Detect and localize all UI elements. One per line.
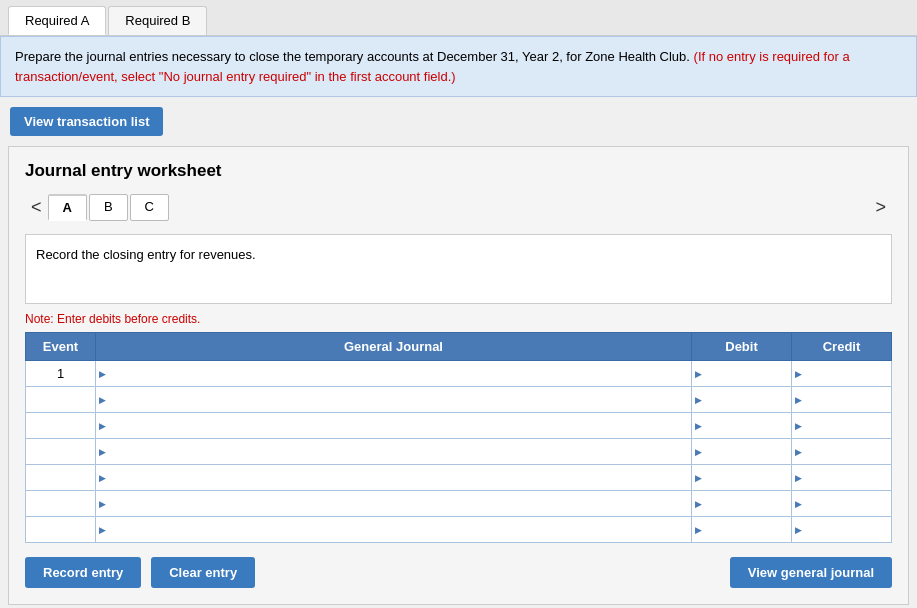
event-cell-1: 1 (26, 361, 96, 387)
table-row (26, 439, 892, 465)
credit-cell-1[interactable] (792, 361, 892, 387)
journal-input-7[interactable] (98, 517, 689, 542)
table-row: 1 (26, 361, 892, 387)
credit-cell-2[interactable] (792, 387, 892, 413)
debit-cell-4[interactable] (692, 439, 792, 465)
worksheet-title: Journal entry worksheet (25, 161, 892, 181)
table-row (26, 491, 892, 517)
credit-cell-7[interactable] (792, 517, 892, 543)
view-general-journal-button[interactable]: View general journal (730, 557, 892, 588)
journal-cell-6[interactable] (96, 491, 692, 517)
journal-input-2[interactable] (98, 387, 689, 412)
credit-input-1[interactable] (794, 361, 889, 386)
tabs-bar: Required A Required B (0, 0, 917, 36)
event-cell-4 (26, 439, 96, 465)
credit-input-3[interactable] (794, 413, 889, 438)
debit-input-7[interactable] (694, 517, 789, 542)
credit-cell-5[interactable] (792, 465, 892, 491)
debit-input-1[interactable] (694, 361, 789, 386)
event-cell-2 (26, 387, 96, 413)
entry-note: Note: Enter debits before credits. (25, 312, 892, 326)
credit-input-6[interactable] (794, 491, 889, 516)
credit-input-2[interactable] (794, 387, 889, 412)
debit-cell-3[interactable] (692, 413, 792, 439)
instruction-box: Prepare the journal entries necessary to… (0, 36, 917, 97)
journal-cell-3[interactable] (96, 413, 692, 439)
tab-required-a[interactable]: Required A (8, 6, 106, 35)
credit-input-4[interactable] (794, 439, 889, 464)
credit-cell-6[interactable] (792, 491, 892, 517)
col-header-debit: Debit (692, 333, 792, 361)
table-row (26, 413, 892, 439)
debit-cell-5[interactable] (692, 465, 792, 491)
journal-input-4[interactable] (98, 439, 689, 464)
table-row (26, 387, 892, 413)
event-cell-3 (26, 413, 96, 439)
journal-input-3[interactable] (98, 413, 689, 438)
next-entry-arrow[interactable]: > (869, 193, 892, 222)
journal-cell-5[interactable] (96, 465, 692, 491)
tab-required-b[interactable]: Required B (108, 6, 207, 35)
credit-cell-4[interactable] (792, 439, 892, 465)
entry-tabs: A B C (48, 194, 169, 221)
instruction-main-text: Prepare the journal entries necessary to… (15, 49, 690, 64)
col-header-credit: Credit (792, 333, 892, 361)
debit-input-4[interactable] (694, 439, 789, 464)
debit-input-5[interactable] (694, 465, 789, 490)
journal-input-1[interactable] (98, 361, 689, 386)
record-entry-button[interactable]: Record entry (25, 557, 141, 588)
journal-cell-1[interactable] (96, 361, 692, 387)
clear-entry-button[interactable]: Clear entry (151, 557, 255, 588)
entry-tab-c[interactable]: C (130, 194, 169, 221)
journal-cell-7[interactable] (96, 517, 692, 543)
entry-description: Record the closing entry for revenues. (25, 234, 892, 304)
journal-input-6[interactable] (98, 491, 689, 516)
col-header-journal: General Journal (96, 333, 692, 361)
credit-cell-3[interactable] (792, 413, 892, 439)
debit-input-3[interactable] (694, 413, 789, 438)
debit-input-2[interactable] (694, 387, 789, 412)
event-cell-5 (26, 465, 96, 491)
debit-cell-7[interactable] (692, 517, 792, 543)
journal-input-5[interactable] (98, 465, 689, 490)
credit-input-7[interactable] (794, 517, 889, 542)
event-cell-6 (26, 491, 96, 517)
buttons-row: Record entry Clear entry View general jo… (25, 557, 892, 588)
prev-entry-arrow[interactable]: < (25, 193, 48, 222)
event-cell-7 (26, 517, 96, 543)
table-row (26, 465, 892, 491)
debit-cell-1[interactable] (692, 361, 792, 387)
col-header-event: Event (26, 333, 96, 361)
entry-nav-row: < A B C > (25, 193, 892, 222)
table-row (26, 517, 892, 543)
journal-cell-2[interactable] (96, 387, 692, 413)
debit-input-6[interactable] (694, 491, 789, 516)
worksheet-container: Journal entry worksheet < A B C > Record… (8, 146, 909, 605)
entry-tab-a[interactable]: A (48, 194, 87, 221)
credit-input-5[interactable] (794, 465, 889, 490)
entry-tab-b[interactable]: B (89, 194, 128, 221)
journal-table: Event General Journal Debit Credit 1 (25, 332, 892, 543)
journal-cell-4[interactable] (96, 439, 692, 465)
debit-cell-6[interactable] (692, 491, 792, 517)
view-transaction-button[interactable]: View transaction list (10, 107, 163, 136)
debit-cell-2[interactable] (692, 387, 792, 413)
